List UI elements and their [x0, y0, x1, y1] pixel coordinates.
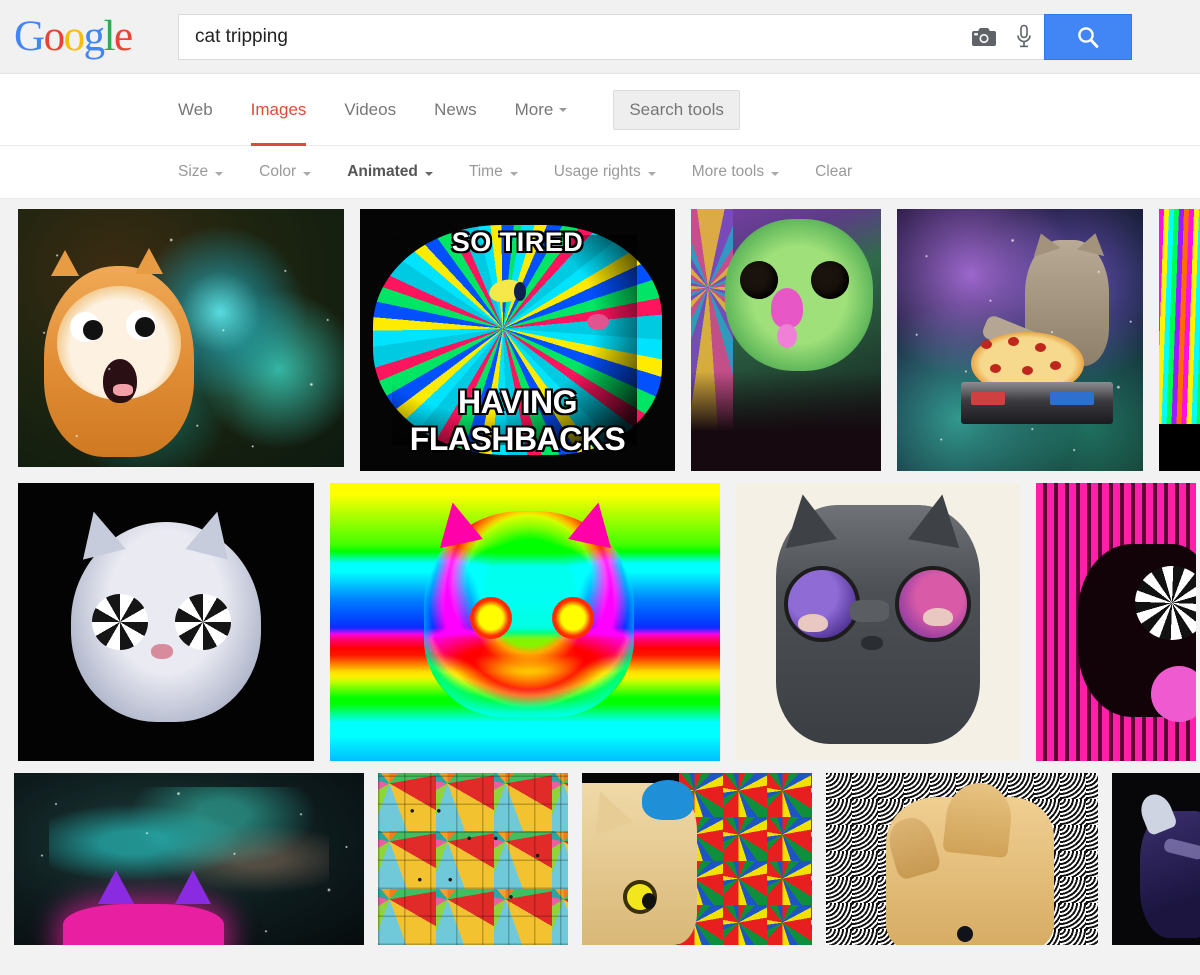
filter-animated[interactable]: Animated — [347, 163, 433, 181]
tab-videos-label: Videos — [344, 99, 397, 119]
search-submit-button[interactable] — [1044, 14, 1132, 60]
filter-size[interactable]: Size — [178, 163, 224, 181]
thumbnail-artwork — [736, 483, 1020, 761]
thumbnail-artwork — [826, 773, 1098, 945]
tab-web-label: Web — [178, 99, 213, 119]
result-row — [0, 483, 1200, 761]
tab-videos[interactable]: Videos — [344, 74, 396, 146]
logo-letter-g: g — [83, 12, 106, 60]
chevron-down-icon — [303, 172, 312, 176]
result-thumbnail[interactable] — [691, 209, 881, 471]
camera-icon[interactable] — [964, 27, 1004, 47]
filter-usage-rights[interactable]: Usage rights — [554, 163, 656, 181]
thumbnail-artwork — [1159, 209, 1200, 471]
search-icon — [1078, 27, 1099, 48]
result-thumbnail[interactable] — [18, 209, 344, 467]
filter-more-tools-label: More tools — [691, 163, 765, 180]
result-thumbnail[interactable] — [378, 773, 568, 945]
tab-more-label: More — [514, 99, 554, 119]
search-input[interactable] — [179, 26, 964, 48]
thumbnail-artwork — [691, 209, 881, 471]
result-row: SO TIRED HAVING FLASHBACKS — [0, 209, 1200, 471]
thumbnail-artwork — [582, 773, 812, 945]
page-header: Google — [0, 0, 1200, 74]
chevron-down-icon — [559, 107, 568, 112]
search-input-container[interactable] — [178, 14, 1044, 60]
thumbnail-artwork — [18, 209, 344, 467]
thumbnail-artwork — [897, 209, 1143, 471]
meme-caption-top: SO TIRED — [451, 227, 584, 258]
thumbnail-artwork — [330, 483, 720, 761]
result-row — [0, 773, 1200, 945]
filter-animated-label: Animated — [347, 163, 418, 180]
filter-size-label: Size — [178, 163, 209, 180]
tab-more[interactable]: More — [515, 74, 568, 146]
logo-letter-e: e — [114, 12, 133, 60]
result-thumbnail[interactable] — [1036, 483, 1196, 761]
tab-images-label: Images — [250, 99, 307, 119]
result-thumbnail[interactable] — [1112, 773, 1200, 945]
chevron-down-icon — [647, 172, 656, 176]
tab-news[interactable]: News — [434, 74, 477, 146]
result-thumbnail[interactable]: SO TIRED HAVING FLASHBACKS — [360, 209, 675, 471]
filter-clear[interactable]: Clear — [815, 163, 852, 181]
logo-letter-G: G — [14, 12, 45, 60]
thumbnail-artwork — [14, 773, 364, 945]
result-thumbnail[interactable] — [18, 483, 314, 761]
result-thumbnail[interactable] — [330, 483, 720, 761]
filter-more-tools[interactable]: More tools — [691, 163, 780, 181]
chevron-down-icon — [424, 172, 433, 176]
filter-time-label: Time — [468, 163, 503, 180]
google-logo[interactable]: Google — [14, 12, 164, 60]
tab-web[interactable]: Web — [178, 74, 213, 146]
thumbnail-artwork — [1112, 773, 1200, 945]
microphone-icon[interactable] — [1004, 24, 1044, 50]
filter-color-label: Color — [259, 163, 297, 180]
logo-letter-l: l — [103, 12, 116, 60]
result-thumbnail[interactable] — [1159, 209, 1200, 471]
search-bar — [178, 14, 1132, 60]
chevron-down-icon — [771, 172, 780, 176]
filter-time[interactable]: Time — [469, 163, 518, 181]
search-tools-button[interactable]: Search tools — [613, 89, 740, 130]
image-results-grid: SO TIRED HAVING FLASHBACKS — [0, 199, 1200, 945]
thumbnail-artwork — [18, 483, 314, 761]
filter-bar: Size Color Animated Time Usage rights Mo… — [0, 146, 1200, 199]
vertical-tabs: Web Images Videos News More Search tools — [0, 74, 1200, 146]
tab-images[interactable]: Images — [250, 74, 307, 146]
chevron-down-icon — [215, 172, 224, 176]
chevron-down-icon — [509, 172, 518, 176]
filter-color[interactable]: Color — [259, 163, 312, 181]
logo-letter-o1: o — [43, 12, 66, 60]
thumbnail-artwork — [1036, 483, 1196, 761]
thumbnail-artwork — [378, 773, 568, 945]
filter-clear-label: Clear — [815, 163, 853, 180]
result-thumbnail[interactable] — [826, 773, 1098, 945]
result-thumbnail[interactable] — [14, 773, 364, 945]
meme-caption-bottom: HAVING FLASHBACKS — [409, 383, 626, 457]
logo-letter-o2: o — [63, 12, 86, 60]
filter-usage-rights-label: Usage rights — [553, 163, 641, 180]
thumbnail-artwork: SO TIRED HAVING FLASHBACKS — [360, 209, 675, 471]
result-thumbnail[interactable] — [897, 209, 1143, 471]
search-tools-label: Search tools — [629, 99, 724, 119]
tab-news-label: News — [434, 99, 477, 119]
result-thumbnail[interactable] — [736, 483, 1020, 761]
result-thumbnail[interactable] — [582, 773, 812, 945]
